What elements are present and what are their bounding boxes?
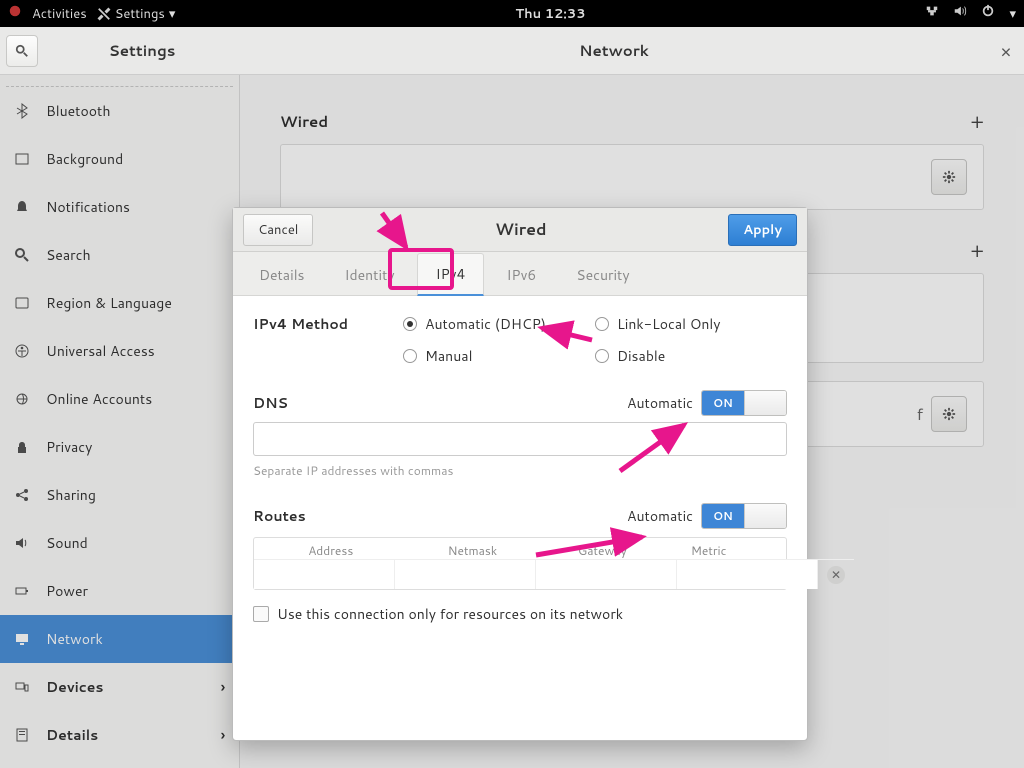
dialog-tabs: Details Identity IPv4 IPv6 Security	[233, 252, 807, 296]
route-metric-input[interactable]	[677, 559, 818, 589]
radio-disable[interactable]: Disable	[595, 346, 787, 366]
radio-label: Automatic (DHCP)	[425, 314, 546, 334]
cancel-button[interactable]: Cancel	[243, 214, 313, 246]
annotation-arrow-icon	[614, 419, 694, 485]
tab-identity[interactable]: Identity	[327, 255, 413, 295]
header-bar: Settings Network ×	[0, 27, 1024, 75]
ipv4-method-label: IPv4 Method	[253, 314, 403, 366]
routes-label: Routes	[253, 506, 306, 526]
tab-ipv6[interactable]: IPv6	[488, 255, 554, 295]
col-netmask: Netmask	[408, 542, 538, 559]
col-metric: Metric	[667, 542, 750, 559]
search-button[interactable]	[6, 35, 38, 67]
routes-automatic-label: Automatic	[627, 506, 693, 526]
tab-details[interactable]: Details	[241, 255, 323, 295]
radio-label: Manual	[425, 346, 472, 366]
annotation-arrow-icon	[376, 209, 416, 261]
system-menu-chevron-icon[interactable]: ▾	[1009, 5, 1016, 23]
power-icon[interactable]	[981, 4, 995, 23]
only-resources-label: Use this connection only for resources o…	[277, 604, 623, 624]
close-button[interactable]: ×	[988, 38, 1024, 64]
dns-automatic-label: Automatic	[627, 393, 693, 413]
settings-app-icon	[97, 7, 111, 21]
sidebar-title: Settings	[44, 40, 240, 61]
gnome-logo-icon	[8, 4, 22, 23]
dns-hint: Separate IP addresses with commas	[253, 462, 787, 479]
col-address: Address	[254, 542, 408, 559]
switch-on-label: ON	[702, 504, 744, 528]
radio-label: Link-Local Only	[617, 314, 721, 334]
dns-label: DNS	[253, 393, 288, 413]
route-netmask-input[interactable]	[395, 559, 536, 589]
dialog-body: IPv4 Method Automatic (DHCP) Link-Local …	[233, 296, 807, 740]
radio-label: Disable	[617, 346, 665, 366]
switch-on-label: ON	[702, 391, 744, 415]
radio-link-local[interactable]: Link-Local Only	[595, 314, 787, 334]
app-menu[interactable]: Settings ▾	[97, 5, 176, 23]
volume-icon[interactable]	[953, 4, 967, 23]
dns-input[interactable]	[253, 422, 787, 456]
route-address-input[interactable]	[254, 559, 395, 589]
only-resources-checkbox[interactable]	[253, 606, 269, 622]
panel-title: Network	[240, 40, 988, 61]
switch-knob	[744, 391, 786, 415]
dns-automatic-switch[interactable]: ON	[701, 390, 787, 416]
switch-knob	[744, 504, 786, 528]
connection-editor-dialog: Cancel Wired Apply Details Identity IPv4…	[232, 207, 808, 741]
settings-window: Settings Network × Bluetooth Background …	[0, 27, 1024, 768]
search-icon	[15, 44, 29, 58]
annotation-arrow-icon	[530, 531, 650, 567]
annotation-arrow-icon	[536, 322, 596, 354]
tab-ipv4[interactable]: IPv4	[417, 253, 485, 296]
top-bar: Activities Settings ▾ Thu 12:33 ▾	[0, 0, 1024, 27]
clock[interactable]: Thu 12:33	[175, 5, 925, 23]
dialog-header: Cancel Wired Apply	[233, 208, 807, 252]
tab-security[interactable]: Security	[558, 255, 647, 295]
network-status-icon[interactable]	[925, 4, 939, 23]
route-delete-button[interactable]: ✕	[827, 566, 845, 584]
apply-button[interactable]: Apply	[728, 214, 797, 246]
routes-table: Address Netmask Gateway Metric ✕	[253, 537, 787, 590]
routes-automatic-switch[interactable]: ON	[701, 503, 787, 529]
activities-button[interactable]: Activities	[32, 5, 87, 23]
